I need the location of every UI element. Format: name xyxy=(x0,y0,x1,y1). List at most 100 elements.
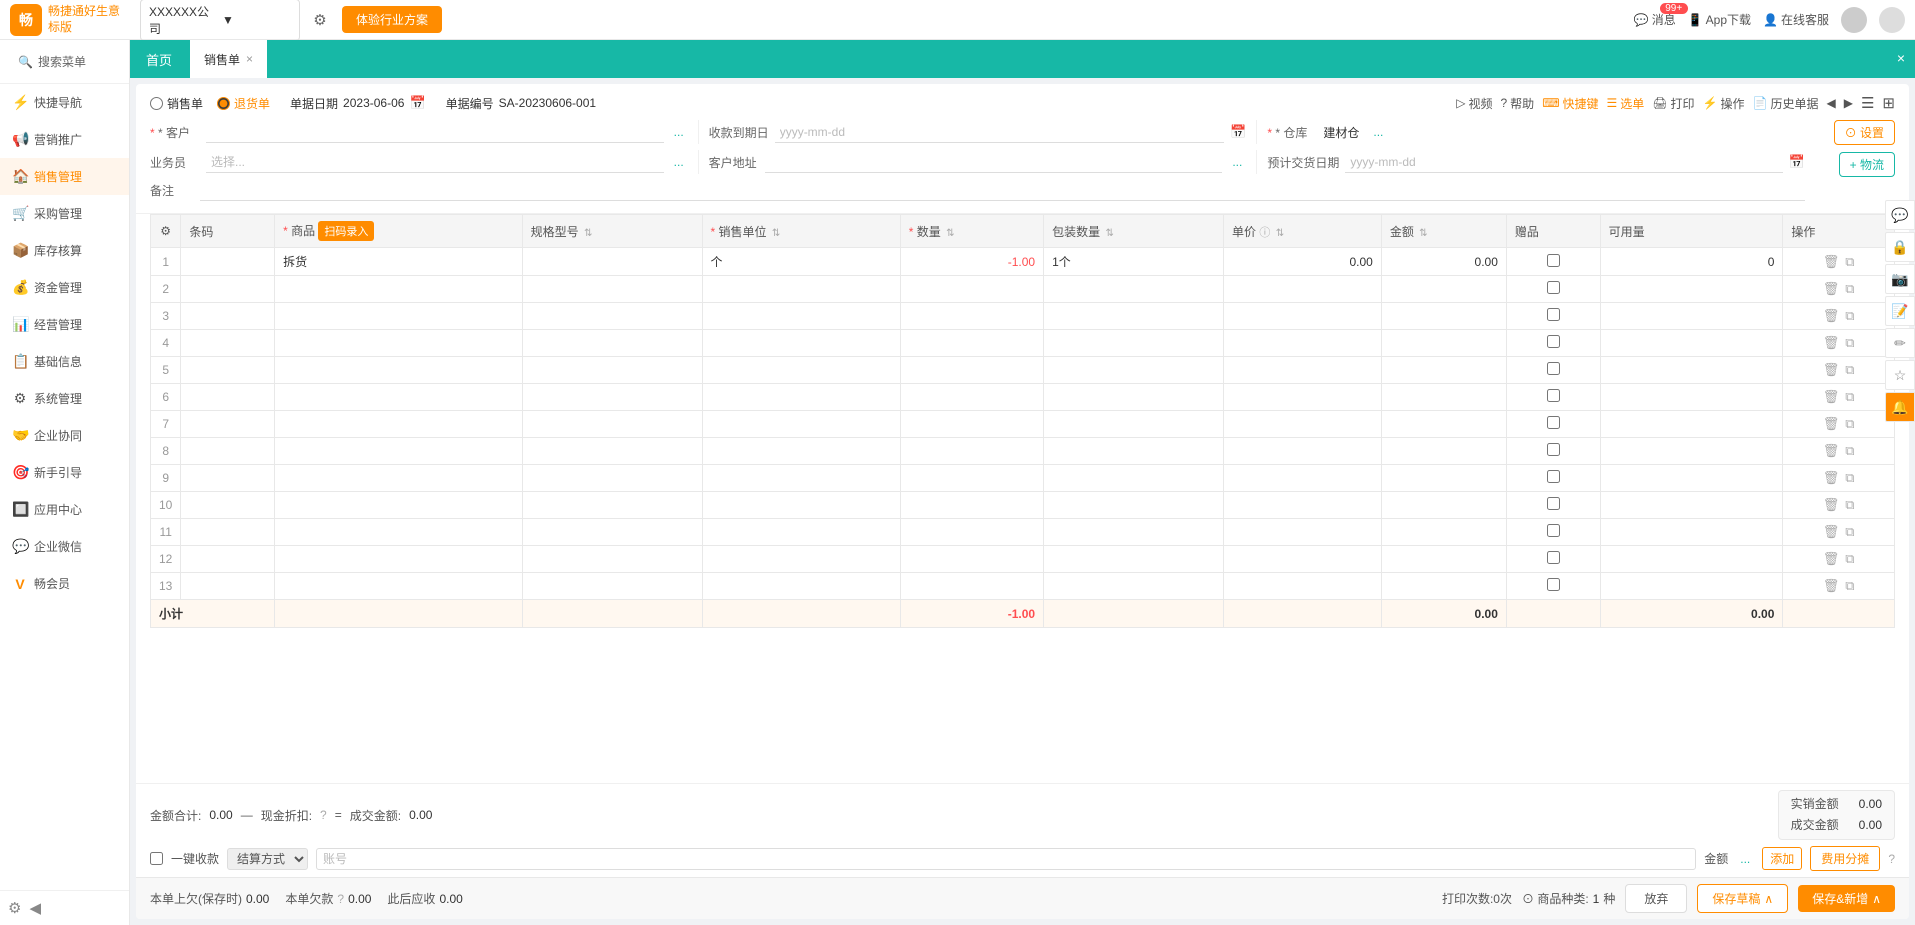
radio-sales[interactable]: 销售单 xyxy=(150,95,203,112)
settings-icon[interactable]: ⚙ xyxy=(306,6,334,34)
gift-checkbox[interactable] xyxy=(1547,362,1560,375)
tab-sales-order[interactable]: 销售单 × xyxy=(190,40,267,78)
cell-barcode[interactable] xyxy=(181,248,275,276)
history-button[interactable]: 📄 历史单据 xyxy=(1753,95,1819,112)
print-button[interactable]: 🖨 打印 xyxy=(1652,95,1694,112)
discard-button[interactable]: 放弃 xyxy=(1625,884,1687,913)
one-click-payment-checkbox[interactable] xyxy=(150,852,163,865)
delete-icon[interactable]: 🗑 xyxy=(1823,443,1840,459)
sidebar-item-purchase[interactable]: 🛒 采购管理 xyxy=(0,195,129,232)
gift-checkbox[interactable] xyxy=(1547,524,1560,537)
amount-sort-icon[interactable]: ⇅ xyxy=(1419,228,1427,239)
delete-icon[interactable]: 🗑 xyxy=(1823,362,1840,378)
sidebar-item-appstore[interactable]: 🔲 应用中心 xyxy=(0,491,129,528)
cell-qty[interactable]: -1.00 xyxy=(900,248,1043,276)
customer-addr-input[interactable] xyxy=(765,152,1223,173)
product-kind-icon[interactable]: ⊙ xyxy=(1522,892,1534,906)
sidebar-item-quick-nav[interactable]: ⚡ 快捷导航 xyxy=(0,84,129,121)
delete-icon[interactable]: 🗑 xyxy=(1823,254,1840,270)
copy-icon[interactable]: ⧉ xyxy=(1845,497,1854,513)
gift-checkbox[interactable] xyxy=(1547,308,1560,321)
help-button[interactable]: ? 帮助 xyxy=(1500,95,1534,112)
pack-sort-icon[interactable]: ⇅ xyxy=(1105,228,1113,239)
salesperson-ellipsis[interactable]: ... xyxy=(670,155,688,169)
save-new-button[interactable]: 保存&新增 ∧ xyxy=(1798,885,1895,912)
radio-return[interactable]: 退货单 xyxy=(217,95,270,112)
sidebar-item-sales[interactable]: 🏠 销售管理 xyxy=(0,158,129,195)
expense-help-icon[interactable]: ? xyxy=(1888,852,1895,866)
calendar-icon[interactable]: 📅 xyxy=(409,95,425,111)
gift-checkbox[interactable] xyxy=(1547,497,1560,510)
gift-checkbox[interactable] xyxy=(1547,389,1560,402)
gift-checkbox[interactable] xyxy=(1547,578,1560,591)
delete-icon[interactable]: 🗑 xyxy=(1823,524,1840,540)
rf-edit-icon[interactable]: ✏ xyxy=(1885,328,1915,358)
copy-icon[interactable]: ⧉ xyxy=(1845,416,1854,432)
rf-lock-icon[interactable]: 🔒 xyxy=(1885,232,1915,262)
tab-close-icon[interactable]: × xyxy=(246,52,253,66)
sidebar-item-marketing[interactable]: 📢 营销推广 xyxy=(0,121,129,158)
copy-icon[interactable]: ⧉ xyxy=(1845,551,1854,567)
rf-bell-icon[interactable]: 🔔 xyxy=(1885,392,1915,422)
settings-button[interactable]: ⊙ 设置 xyxy=(1834,120,1895,145)
expected-date-calendar-icon[interactable]: 📅 xyxy=(1789,154,1805,170)
add-payment-button[interactable]: 添加 xyxy=(1762,847,1802,870)
settle-method-select[interactable]: 结算方式 xyxy=(227,848,308,870)
cell-pack-qty[interactable]: 1个 xyxy=(1044,248,1224,276)
grid-view-icon[interactable]: ⊞ xyxy=(1882,94,1895,112)
delete-icon[interactable]: 🗑 xyxy=(1823,281,1840,297)
copy-icon[interactable]: ⧉ xyxy=(1845,308,1854,324)
trial-button[interactable]: 体验行业方案 xyxy=(342,6,442,33)
gift-checkbox[interactable] xyxy=(1547,281,1560,294)
gift-checkbox[interactable] xyxy=(1547,551,1560,564)
customer-input[interactable] xyxy=(206,122,664,143)
sidebar-item-operations[interactable]: 📊 经营管理 xyxy=(0,306,129,343)
copy-icon[interactable]: ⧉ xyxy=(1845,254,1854,270)
sidebar-collapse-icon[interactable]: ◀ xyxy=(29,899,41,917)
sidebar-item-system[interactable]: ⚙ 系统管理 xyxy=(0,380,129,417)
col-gear[interactable]: ⚙ xyxy=(151,215,181,248)
copy-icon[interactable]: ⧉ xyxy=(1845,362,1854,378)
gift-checkbox[interactable] xyxy=(1547,416,1560,429)
price-info-icon[interactable]: ⓘ xyxy=(1259,227,1270,239)
due-date-calendar-icon[interactable]: 📅 xyxy=(1230,124,1246,140)
delete-icon[interactable]: 🗑 xyxy=(1823,416,1840,432)
rf-star-icon[interactable]: ☆ xyxy=(1885,360,1915,390)
gift-checkbox[interactable] xyxy=(1547,443,1560,456)
sidebar-item-basic[interactable]: 📋 基础信息 xyxy=(0,343,129,380)
cell-spec[interactable] xyxy=(522,248,702,276)
cell-amount[interactable]: 0.00 xyxy=(1381,248,1506,276)
due-date-input[interactable] xyxy=(775,122,1224,143)
copy-icon[interactable]: ⧉ xyxy=(1845,578,1854,594)
save-draft-button[interactable]: 保存草稿 ∧ xyxy=(1697,884,1788,913)
sidebar-item-vip[interactable]: V 畅会员 xyxy=(0,565,129,602)
cell-unit[interactable]: 个 xyxy=(702,248,900,276)
cell-product[interactable]: 拆货 xyxy=(275,248,523,276)
delete-icon[interactable]: 🗑 xyxy=(1823,389,1840,405)
avatar2[interactable] xyxy=(1879,7,1905,33)
delete-icon[interactable]: 🗑 xyxy=(1823,497,1840,513)
spec-sort-icon[interactable]: ⇅ xyxy=(584,228,592,239)
salesperson-input[interactable] xyxy=(206,152,664,173)
rf-camera-icon[interactable]: 📷 xyxy=(1885,264,1915,294)
cell-price[interactable]: 0.00 xyxy=(1224,248,1382,276)
rf-note-icon[interactable]: 📝 xyxy=(1885,296,1915,326)
copy-icon[interactable]: ⧉ xyxy=(1845,470,1854,486)
price-sort-icon[interactable]: ⇅ xyxy=(1276,228,1284,239)
warehouse-ellipsis[interactable]: ... xyxy=(1369,125,1387,139)
unit-sort-icon[interactable]: ⇅ xyxy=(772,228,780,239)
cell-gift[interactable] xyxy=(1506,248,1600,276)
delete-icon[interactable]: 🗑 xyxy=(1823,470,1840,486)
sidebar-item-enterprise[interactable]: 🤝 企业协同 xyxy=(0,417,129,454)
overdue-help-icon[interactable]: ? xyxy=(337,892,344,906)
copy-icon[interactable]: ⧉ xyxy=(1845,524,1854,540)
customer-ellipsis[interactable]: ... xyxy=(670,125,688,139)
save-new-chevron-icon[interactable]: ∧ xyxy=(1872,892,1881,906)
select-button[interactable]: ☰ 选单 xyxy=(1607,95,1645,112)
notice-button[interactable]: 💬 消息 99+ xyxy=(1634,11,1676,28)
nav-next-icon[interactable]: ▶ xyxy=(1844,96,1853,110)
delete-icon[interactable]: 🗑 xyxy=(1823,308,1840,324)
notes-input[interactable] xyxy=(200,180,1805,201)
rf-chat-icon[interactable]: 💬 xyxy=(1885,200,1915,230)
qty-sort-icon[interactable]: ⇅ xyxy=(946,228,954,239)
